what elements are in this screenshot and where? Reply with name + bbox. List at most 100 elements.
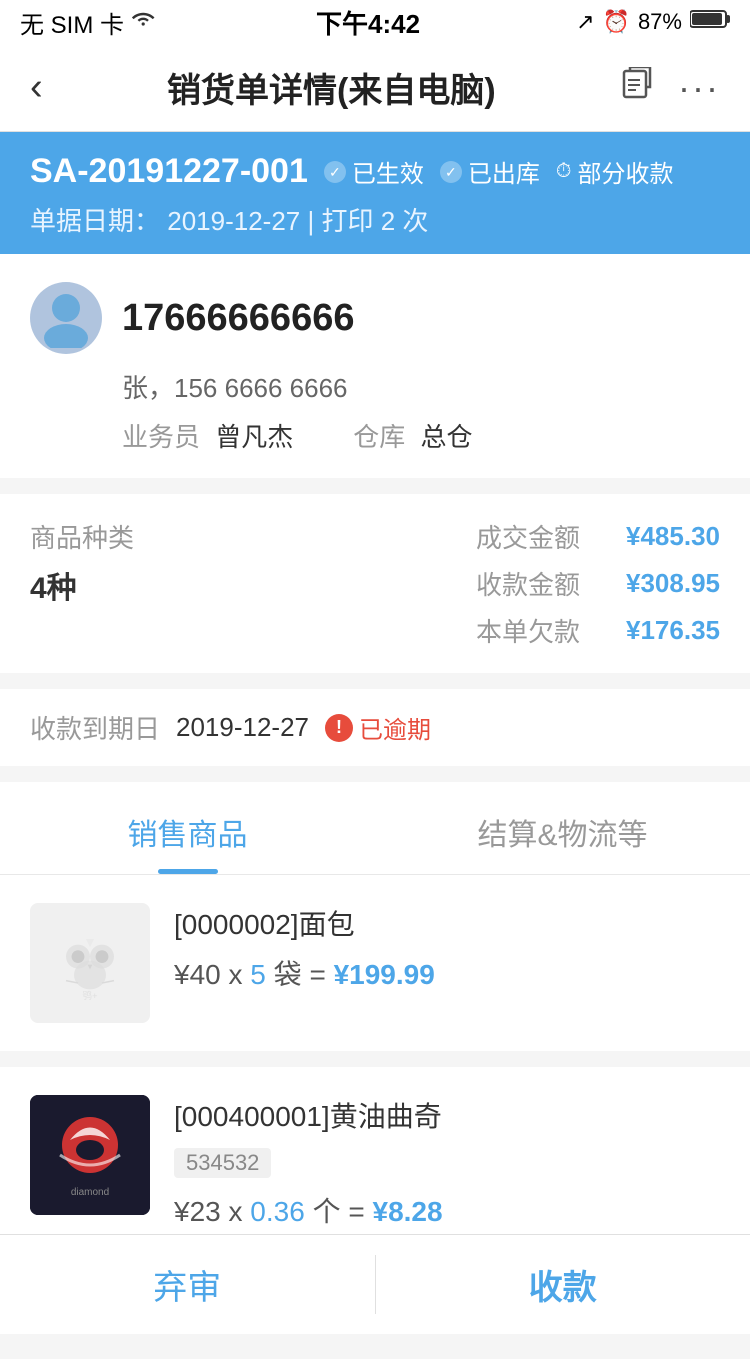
more-icon[interactable]: ··· [678, 67, 720, 109]
customer-meta-row: 业务员 曾凡杰 仓库 总仓 [122, 417, 720, 454]
avatar-icon [30, 282, 102, 354]
tab-settlement[interactable]: 结算&物流等 [375, 782, 750, 874]
customer-avatar [30, 282, 102, 354]
customer-phone: 17666666666 [122, 297, 354, 340]
nav-bar: ‹ 销货单详情(来自电脑) ··· [0, 44, 750, 132]
type-count: 4种 [30, 563, 134, 607]
banner-date-row: 单据日期： 2019-12-27 | 打印 2 次 [30, 201, 720, 238]
received-label: 收款金额 [476, 565, 580, 602]
product-details: [0000002]面包 ¥40 x 5 袋 = ¥199.99 [174, 903, 720, 993]
location-icon: ↗ [576, 9, 594, 35]
tab-active-indicator [158, 869, 218, 874]
status-shipped: ✓ 已出库 [440, 154, 540, 189]
customer-name-phone: 张，156 6666 6666 [122, 368, 720, 405]
unit: 袋 [274, 959, 302, 990]
summary-section: 商品种类 4种 成交金额 ¥485.30 收款金额 ¥308.95 本单欠款 ¥… [0, 494, 750, 673]
alarm-icon: ⏰ [603, 9, 630, 35]
total-price-2: ¥8.28 [373, 1196, 443, 1227]
type-label: 商品种类 [30, 518, 134, 555]
order-id-row: SA-20191227-001 ✓ 已生效 ✓ 已出库 ⏱ 部分收款 [30, 152, 720, 191]
summary-left: 商品种类 4种 [30, 518, 134, 607]
equals-2: = [348, 1196, 372, 1227]
status-right: ↗ ⏰ 87% [576, 9, 730, 35]
overdue-text: 已逾期 [359, 710, 431, 745]
order-date: 2019-12-27 [167, 206, 300, 236]
check-icon-2: ✓ [440, 161, 462, 183]
product-owl-icon: 鸮+ [50, 923, 130, 1003]
wifi-icon [132, 8, 160, 37]
received-row: 收款金额 ¥308.95 [476, 565, 720, 602]
cancel-review-button[interactable]: 弃审 [0, 1235, 375, 1334]
warehouse-name: 总仓 [421, 422, 473, 452]
status-partial-payment: ⏱ 部分收款 [556, 154, 674, 189]
product-price-row-2: ¥23 x 0.36 个 = ¥8.28 [174, 1190, 720, 1230]
received-value: ¥308.95 [600, 568, 720, 599]
svg-text:diamond: diamond [71, 1187, 109, 1198]
print-count: 2 [381, 206, 395, 236]
amount-label: 成交金额 [476, 518, 580, 555]
price-x-2: x [229, 1196, 251, 1227]
bottom-action-bar: 弃审 收款 [0, 1234, 750, 1334]
nav-actions: ··· [620, 67, 720, 109]
quantity-2: 0.36 [250, 1196, 305, 1227]
battery-label: 87% [638, 9, 682, 35]
staff-info: 业务员 曾凡杰 [122, 417, 293, 454]
summary-right: 成交金额 ¥485.30 收款金额 ¥308.95 本单欠款 ¥176.35 [476, 518, 720, 649]
status-time: 下午4:42 [316, 4, 420, 41]
warehouse-info: 仓库 总仓 [353, 417, 472, 454]
customer-section: 17666666666 张，156 6666 6666 业务员 曾凡杰 仓库 总… [0, 254, 750, 478]
product-tag: 534532 [174, 1148, 271, 1178]
product-tabs: 销售商品 结算&物流等 [0, 782, 750, 875]
owe-value: ¥176.35 [600, 615, 720, 646]
order-header-banner: SA-20191227-001 ✓ 已生效 ✓ 已出库 ⏱ 部分收款 单据日期：… [0, 132, 750, 254]
price-per-unit-2: ¥23 [174, 1196, 221, 1227]
collect-label: 收款 [529, 1260, 597, 1309]
quantity: 5 [250, 959, 266, 990]
collect-payment-button[interactable]: 收款 [376, 1235, 750, 1334]
date-label: 单据日期： [30, 206, 160, 236]
product-item: diamond [000400001]黄油曲奇 534532 ¥23 x 0.3… [0, 1067, 750, 1258]
product-name: [0000002]面包 [174, 903, 720, 943]
cancel-label: 弃审 [153, 1260, 221, 1309]
print-suffix: 次 [402, 206, 428, 236]
tab-sales-label: 销售商品 [128, 819, 248, 852]
overdue-badge: ! 已逾期 [325, 710, 431, 745]
due-date: 2019-12-27 [176, 712, 309, 743]
status-bar: 无 SIM 卡 下午4:42 ↗ ⏰ 87% [0, 0, 750, 44]
due-label: 收款到期日 [30, 709, 160, 746]
order-id: SA-20191227-001 [30, 152, 308, 191]
status-left: 无 SIM 卡 [20, 5, 160, 40]
product-image-2: diamond [30, 1095, 150, 1215]
svg-text:鸮+: 鸮+ [82, 990, 98, 1002]
owe-row: 本单欠款 ¥176.35 [476, 612, 720, 649]
print-separator: | 打印 [307, 206, 380, 236]
battery-icon [690, 9, 730, 35]
check-icon-1: ✓ [324, 161, 346, 183]
product-thumbnail-2: diamond [30, 1095, 150, 1215]
total-price: ¥199.99 [334, 959, 435, 990]
back-button[interactable]: ‹ [30, 66, 43, 109]
overdue-icon: ! [325, 714, 353, 742]
tab-sales-product[interactable]: 销售商品 [0, 782, 375, 874]
export-icon[interactable] [620, 67, 654, 109]
owe-label: 本单欠款 [476, 612, 580, 649]
product-thumbnail: 鸮+ [30, 903, 150, 1023]
staff-label: 业务员 [122, 422, 200, 452]
sim-label: 无 SIM 卡 [20, 5, 124, 40]
price-per-unit: ¥40 [174, 959, 221, 990]
product-name-2: [000400001]黄油曲奇 [174, 1095, 720, 1135]
warehouse-label: 仓库 [353, 422, 405, 452]
product-details-2: [000400001]黄油曲奇 534532 ¥23 x 0.36 个 = ¥8… [174, 1095, 720, 1230]
staff-name: 曾凡杰 [215, 422, 293, 452]
clock-icon: ⏱ [556, 160, 572, 183]
amount-row: 成交金额 ¥485.30 [476, 518, 720, 555]
amount-value: ¥485.30 [600, 521, 720, 552]
product-price-row: ¥40 x 5 袋 = ¥199.99 [174, 953, 720, 993]
status-effected: ✓ 已生效 [324, 154, 424, 189]
unit-2: 个 [313, 1196, 341, 1227]
customer-main-row: 17666666666 [30, 282, 720, 354]
due-section: 收款到期日 2019-12-27 ! 已逾期 [0, 689, 750, 766]
tab-settlement-label: 结算&物流等 [477, 819, 647, 852]
page-title: 销货单详情(来自电脑) [167, 63, 496, 112]
product-item: 鸮+ [0000002]面包 ¥40 x 5 袋 = ¥199.99 [0, 875, 750, 1051]
